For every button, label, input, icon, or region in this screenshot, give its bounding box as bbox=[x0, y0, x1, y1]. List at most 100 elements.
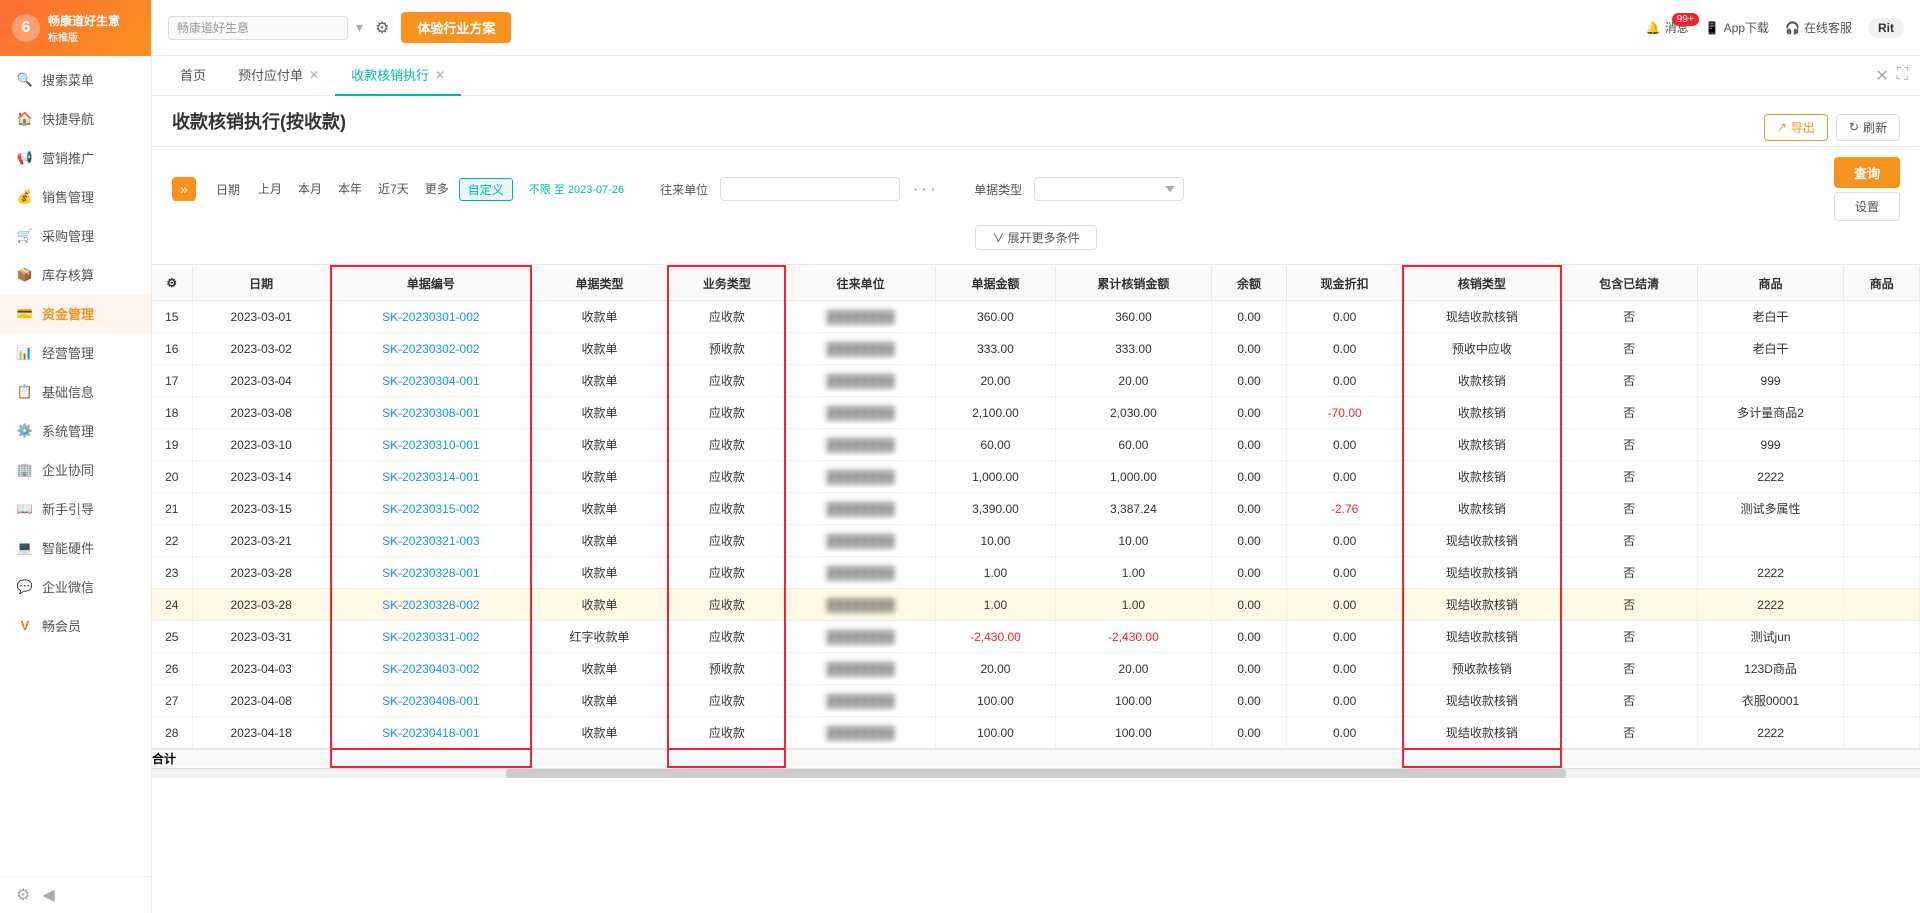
filter-date-this-year[interactable]: 本年 bbox=[332, 178, 368, 201]
table-cell[interactable]: SK-20230321-003 bbox=[331, 525, 531, 557]
sidebar-item-weixin[interactable]: 💬 企业微信 bbox=[0, 567, 151, 606]
th-date[interactable]: 日期 bbox=[192, 266, 331, 301]
sidebar-item-inventory[interactable]: 📦 库存核算 bbox=[0, 255, 151, 294]
brand-selector-input[interactable] bbox=[168, 16, 348, 40]
online-service-action[interactable]: 🎧 在线客服 bbox=[1785, 19, 1852, 36]
settings-bottom-icon[interactable]: ⚙ bbox=[16, 885, 30, 905]
table-cell[interactable]: SK-20230418-001 bbox=[331, 717, 531, 750]
th-billno[interactable]: 单据编号 bbox=[331, 266, 531, 301]
sidebar-item-basics[interactable]: 📋 基础信息 bbox=[0, 372, 151, 411]
sidebar-item-hardware[interactable]: 💻 智能硬件 bbox=[0, 528, 151, 567]
table-cell[interactable]: SK-20230314-001 bbox=[331, 461, 531, 493]
query-button[interactable]: 查询 bbox=[1834, 157, 1900, 188]
tab-collect-close-icon[interactable]: ✕ bbox=[435, 68, 445, 82]
filter-date-7days[interactable]: 近7天 bbox=[372, 178, 415, 201]
table-cell[interactable]: SK-20230301-002 bbox=[331, 301, 531, 333]
filter-date-custom-btn[interactable]: 自定义 bbox=[459, 178, 513, 201]
tab-prepay-close-icon[interactable]: ✕ bbox=[309, 68, 319, 82]
bill-link[interactable]: SK-20230302-002 bbox=[382, 342, 479, 356]
filter-date-last-month[interactable]: 上月 bbox=[252, 178, 288, 201]
table-cell[interactable]: SK-20230302-002 bbox=[331, 333, 531, 365]
sidebar-item-quick-nav[interactable]: 🏠 快捷导航 bbox=[0, 99, 151, 138]
partner-input[interactable] bbox=[720, 177, 900, 201]
sidebar-item-finance[interactable]: 💳 资金管理 bbox=[0, 294, 151, 333]
export-button[interactable]: ↗ 导出 bbox=[1764, 114, 1828, 141]
bill-link[interactable]: SK-20230328-002 bbox=[382, 598, 479, 612]
sidebar-item-purchase[interactable]: 🛒 采购管理 bbox=[0, 216, 151, 255]
bill-link[interactable]: SK-20230301-002 bbox=[382, 310, 479, 324]
sidebar-item-sales[interactable]: 💰 销售管理 bbox=[0, 177, 151, 216]
bill-link[interactable]: SK-20230315-002 bbox=[382, 502, 479, 516]
table-cell[interactable]: SK-20230408-001 bbox=[331, 685, 531, 717]
industry-solution-button[interactable]: 体验行业方案 bbox=[401, 12, 511, 43]
bill-link[interactable]: SK-20230321-003 bbox=[382, 534, 479, 548]
table-cell[interactable]: SK-20230315-002 bbox=[331, 493, 531, 525]
collapse-sidebar-icon[interactable]: ◀ bbox=[42, 885, 54, 905]
th-cancel-type[interactable]: 核销类型 bbox=[1403, 266, 1560, 301]
bill-link[interactable]: SK-20230314-001 bbox=[382, 470, 479, 484]
table-scrollbar[interactable] bbox=[152, 768, 1920, 778]
member-icon: V bbox=[16, 617, 34, 635]
sidebar-logo: 6 畅康道好生意 标推版 bbox=[0, 0, 151, 56]
sidebar-item-enterprise[interactable]: 🏢 企业协同 bbox=[0, 450, 151, 489]
sidebar-item-operations[interactable]: 📊 经营管理 bbox=[0, 333, 151, 372]
tab-collect-cancel[interactable]: 收款核销执行 ✕ bbox=[335, 56, 461, 96]
table-area[interactable]: ⚙ 日期 单据编号 单据类型 业务类型 往来单位 单据金额 累计核销金额 余额 … bbox=[152, 265, 1920, 913]
refresh-button[interactable]: ↻ 刷新 bbox=[1836, 114, 1900, 141]
tab-home[interactable]: 首页 bbox=[164, 56, 222, 96]
filter-date-buttons: 上月 本月 本年 近7天 更多 自定义 bbox=[252, 178, 513, 201]
tabs-expand-icon[interactable]: ⛶ bbox=[1897, 66, 1908, 86]
settings-button[interactable]: 设置 bbox=[1834, 192, 1900, 221]
filter-more-dots[interactable]: ··· bbox=[912, 178, 938, 201]
table-cell: ████████ bbox=[785, 557, 935, 589]
table-cell: 2023-03-14 bbox=[192, 461, 331, 493]
table-cell: 应收款 bbox=[668, 397, 785, 429]
filter-date-more[interactable]: 更多 bbox=[419, 178, 455, 201]
table-cell bbox=[1844, 397, 1920, 429]
bill-link[interactable]: SK-20230403-002 bbox=[382, 662, 479, 676]
th-include-cleared[interactable]: 包含已结清 bbox=[1561, 266, 1698, 301]
topbar-gear-icon[interactable]: ⚙ bbox=[375, 18, 389, 38]
sidebar-item-guide[interactable]: 📖 新手引导 bbox=[0, 489, 151, 528]
th-product2[interactable]: 商品 bbox=[1844, 266, 1920, 301]
brand-chevron-icon[interactable]: ▾ bbox=[356, 19, 363, 36]
user-name[interactable]: Rit bbox=[1868, 18, 1904, 38]
tab-prepay-bill[interactable]: 预付应付单 ✕ bbox=[222, 56, 335, 96]
sidebar-item-marketing[interactable]: 📢 营销推广 bbox=[0, 138, 151, 177]
tabs-close-icon[interactable]: ✕ bbox=[1875, 66, 1888, 86]
messages-action[interactable]: 🔔 消息 99+ bbox=[1646, 19, 1689, 36]
page-wrapper: 收款核销执行(按收款) ↗ 导出 ↻ 刷新 » 日期 bbox=[152, 96, 1920, 913]
bill-link[interactable]: SK-20230310-001 bbox=[382, 438, 479, 452]
table-cell[interactable]: SK-20230304-001 bbox=[331, 365, 531, 397]
table-cell[interactable]: SK-20230331-002 bbox=[331, 621, 531, 653]
sidebar-item-search[interactable]: 🔍 搜索菜单 bbox=[0, 60, 151, 99]
bill-link[interactable]: SK-20230418-001 bbox=[382, 726, 479, 740]
sidebar-item-system[interactable]: ⚙️ 系统管理 bbox=[0, 411, 151, 450]
th-partner[interactable]: 往来单位 bbox=[785, 266, 935, 301]
table-cell[interactable]: SK-20230328-002 bbox=[331, 589, 531, 621]
table-cell[interactable]: SK-20230328-001 bbox=[331, 557, 531, 589]
th-cancel-amount[interactable]: 累计核销金额 bbox=[1056, 266, 1212, 301]
filter-date-this-month[interactable]: 本月 bbox=[292, 178, 328, 201]
bill-link[interactable]: SK-20230331-002 bbox=[382, 630, 479, 644]
bill-link[interactable]: SK-20230308-001 bbox=[382, 406, 479, 420]
th-billtype[interactable]: 单据类型 bbox=[531, 266, 668, 301]
th-biztype[interactable]: 业务类型 bbox=[668, 266, 785, 301]
th-cash-discount[interactable]: 现金折扣 bbox=[1287, 266, 1403, 301]
th-product[interactable]: 商品 bbox=[1697, 266, 1844, 301]
table-cell[interactable]: SK-20230403-002 bbox=[331, 653, 531, 685]
table-cell[interactable]: SK-20230308-001 bbox=[331, 397, 531, 429]
topbar: ▾ ⚙ 体验行业方案 🔔 消息 99+ 📱 App下载 🎧 在线客服 Rit bbox=[152, 0, 1920, 56]
sidebar-item-member[interactable]: V 畅会员 bbox=[0, 606, 151, 645]
table-cell[interactable]: SK-20230310-001 bbox=[331, 429, 531, 461]
filter-expand-button[interactable]: » bbox=[172, 177, 196, 201]
app-download-action[interactable]: 📱 App下载 bbox=[1705, 19, 1769, 36]
bill-link[interactable]: SK-20230304-001 bbox=[382, 374, 479, 388]
expand-more-conditions-button[interactable]: ∨ 展开更多条件 bbox=[975, 225, 1096, 250]
th-gear[interactable]: ⚙ bbox=[152, 266, 192, 301]
bill-link[interactable]: SK-20230328-001 bbox=[382, 566, 479, 580]
bill-type-select[interactable] bbox=[1034, 177, 1184, 201]
bill-link[interactable]: SK-20230408-001 bbox=[382, 694, 479, 708]
th-balance[interactable]: 余额 bbox=[1211, 266, 1286, 301]
th-amount[interactable]: 单据金额 bbox=[935, 266, 1055, 301]
